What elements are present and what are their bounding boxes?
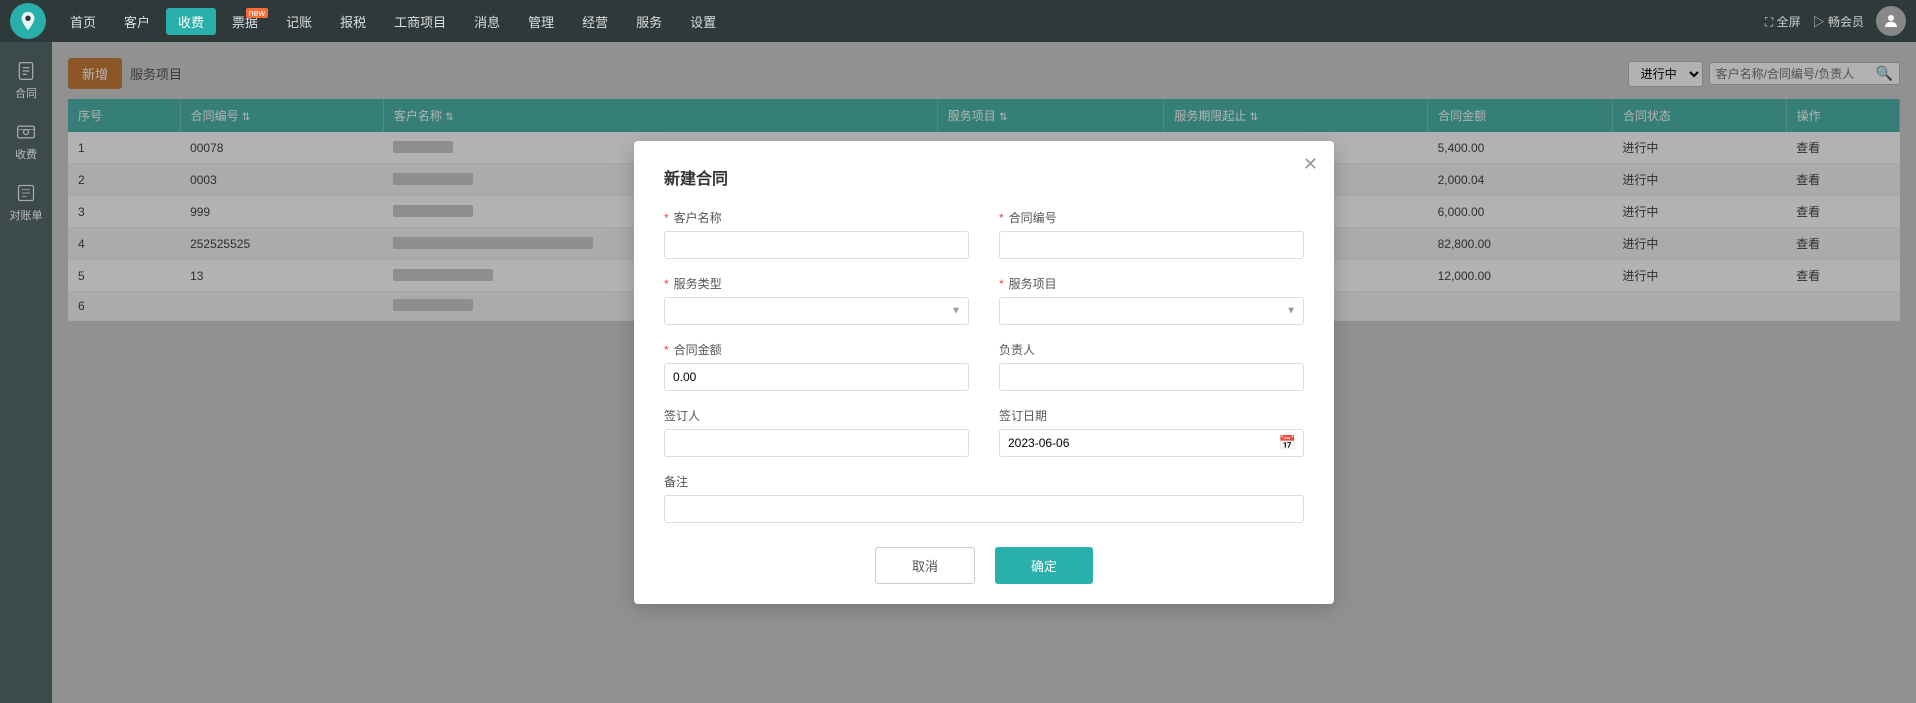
nav-accounting[interactable]: 记账: [274, 8, 324, 35]
responsible-row: 负责人: [999, 341, 1304, 391]
signer-input[interactable]: [664, 429, 969, 457]
sidebar-item-statement[interactable]: 对账单: [3, 174, 49, 231]
sidebar-item-fee[interactable]: 收费: [3, 113, 49, 170]
nav-manage[interactable]: 管理: [516, 8, 566, 35]
service-item-select[interactable]: [999, 297, 1304, 325]
sidebar-item-contract[interactable]: 合同: [3, 52, 49, 109]
service-item-label: * 服务项目: [999, 275, 1304, 292]
service-type-select[interactable]: [664, 297, 969, 325]
main-layout: 合同 收费 对账单: [0, 42, 1916, 703]
modal-footer: 取消 确定: [664, 547, 1304, 584]
nav-settings[interactable]: 设置: [678, 8, 728, 35]
service-type-row: * 服务类型: [664, 275, 969, 325]
sidebar-contract-label: 合同: [15, 85, 37, 101]
contract-amount-input[interactable]: [664, 363, 969, 391]
responsible-label: 负责人: [999, 341, 1304, 358]
sign-date-label: 签订日期: [999, 407, 1304, 424]
nav-message[interactable]: 消息: [462, 8, 512, 35]
confirm-button[interactable]: 确定: [995, 547, 1093, 584]
new-badge: new: [246, 8, 269, 18]
nav-service[interactable]: 服务: [624, 8, 674, 35]
nav-tax[interactable]: 报税: [328, 8, 378, 35]
nav-home[interactable]: 首页: [58, 8, 108, 35]
customer-name-input[interactable]: [664, 231, 969, 259]
top-nav: 首页 客户 收费 票据 new 记账 报税 工商项目 消息 管理 经营 服务 设…: [0, 0, 1916, 42]
fullscreen-btn[interactable]: ⛶ 全屏: [1765, 13, 1801, 30]
service-item-select-wrap: [999, 297, 1304, 325]
service-type-label: * 服务类型: [664, 275, 969, 292]
contract-no-label: * 合同编号: [999, 209, 1304, 226]
nav-operation[interactable]: 经营: [570, 8, 620, 35]
sign-date-wrap: 📅: [999, 429, 1304, 457]
sidebar: 合同 收费 对账单: [0, 42, 52, 703]
nav-fee[interactable]: 收费: [166, 8, 216, 35]
sidebar-fee-label: 收费: [15, 146, 37, 162]
signer-row: 签订人: [664, 407, 969, 457]
modal-dialog: ✕ 新建合同 * 客户名称 * 合同编号: [634, 141, 1334, 604]
sign-date-row: 签订日期 📅: [999, 407, 1304, 457]
notes-input[interactable]: [664, 495, 1304, 523]
service-type-select-wrap: [664, 297, 969, 325]
notes-label: 备注: [664, 473, 1304, 490]
sign-date-input[interactable]: [999, 429, 1304, 457]
statement-icon: [15, 182, 37, 204]
contract-amount-row: * 合同金额: [664, 341, 969, 391]
nav-right: ⛶ 全屏 ▷ 畅会员: [1765, 6, 1906, 36]
customer-name-label: * 客户名称: [664, 209, 969, 226]
nav-ticket[interactable]: 票据 new: [220, 8, 270, 35]
logo: [10, 3, 46, 39]
contract-amount-label: * 合同金额: [664, 341, 969, 358]
form-grid: * 客户名称 * 合同编号: [664, 209, 1304, 523]
sidebar-statement-label: 对账单: [10, 207, 43, 223]
contract-icon: [15, 60, 37, 82]
contract-no-row: * 合同编号: [999, 209, 1304, 259]
responsible-input[interactable]: [999, 363, 1304, 391]
modal-overlay: ✕ 新建合同 * 客户名称 * 合同编号: [52, 42, 1916, 703]
member-btn[interactable]: ▷ 畅会员: [1813, 13, 1864, 30]
cancel-button[interactable]: 取消: [875, 547, 975, 584]
modal-close-button[interactable]: ✕: [1303, 155, 1318, 173]
content-area: 新增 服务项目 进行中 已完成 已终止 🔍 序号 合同: [52, 42, 1916, 703]
nav-customer[interactable]: 客户: [112, 8, 162, 35]
fee-icon: [15, 121, 37, 143]
service-item-row: * 服务项目: [999, 275, 1304, 325]
customer-name-row: * 客户名称: [664, 209, 969, 259]
avatar[interactable]: [1876, 6, 1906, 36]
modal-title: 新建合同: [664, 165, 1304, 189]
nav-business[interactable]: 工商项目: [382, 8, 458, 35]
signer-label: 签订人: [664, 407, 969, 424]
notes-row: 备注: [664, 473, 1304, 523]
contract-no-input[interactable]: [999, 231, 1304, 259]
